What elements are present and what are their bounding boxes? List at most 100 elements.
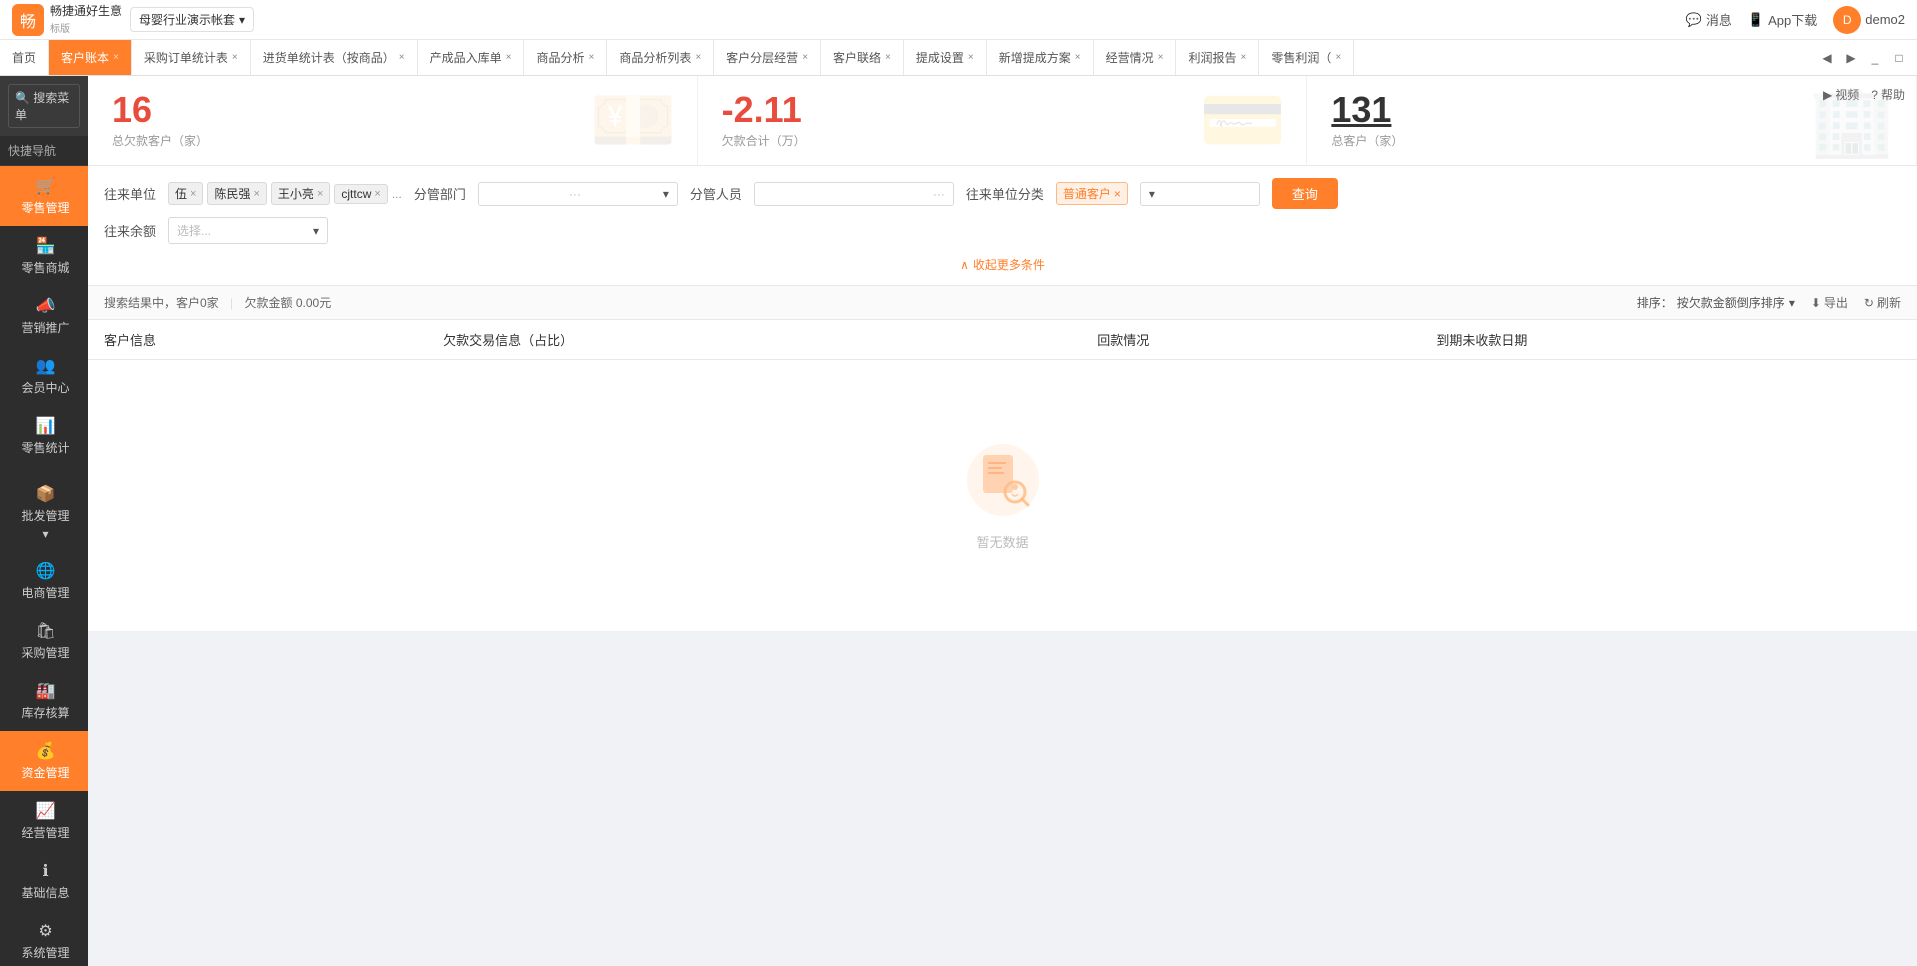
sidebar-item-marketing[interactable]: 📣 营销推广 (0, 286, 88, 346)
inventory-icon: 🏭 (36, 681, 56, 701)
tab-product-analysis-list[interactable]: 商品分析列表 × (607, 40, 714, 75)
tab-profit-report[interactable]: 利润报告 × (1176, 40, 1259, 75)
sidebar-item-member[interactable]: 👥 会员中心 (0, 346, 88, 406)
sidebar-item-inventory[interactable]: 🏭 库存核算 (0, 671, 88, 731)
top-bar-left: 畅 畅捷通好生意 标版 母婴行业演示帐套 ▾ (12, 4, 254, 36)
filter-more-units[interactable]: ... (392, 187, 402, 201)
filter-tag-chen-label: 陈民强 (214, 185, 250, 202)
tab-raise-settings[interactable]: 提成设置 × (904, 40, 987, 75)
help-btn[interactable]: ? 帮助 (1871, 86, 1905, 103)
tab-operations[interactable]: 经营情况 × (1094, 40, 1177, 75)
sidebar-item-retail-mgmt[interactable]: 🛒 零售管理 (0, 166, 88, 226)
retail-stats-icon: 📊 (36, 416, 56, 436)
account-selector[interactable]: 母婴行业演示帐套 ▾ (130, 7, 254, 32)
main-layout: 🔍 搜索菜单 快捷导航 🛒 零售管理 🏪 零售商城 📣 营销推广 👥 会员中心 … (0, 76, 1917, 966)
app-download-btn[interactable]: 📱 App下载 (1748, 10, 1817, 29)
empty-text: 暂无数据 (976, 532, 1028, 551)
col-repayment: 回款情况 (1081, 320, 1420, 360)
tab-raise-settings-close[interactable]: × (968, 52, 974, 63)
category-tags: 普通客户 × (1056, 182, 1128, 205)
balance-filter-label: 往来余额 (104, 221, 156, 240)
tab-product-in[interactable]: 产成品入库单 × (418, 40, 525, 75)
category-select[interactable]: ▾ (1140, 182, 1260, 206)
filter-tag-cjttcw-remove[interactable]: × (374, 188, 380, 200)
sidebar-item-wholesale[interactable]: 📦 批发管理 ▾ (0, 474, 88, 551)
sidebar-item-purchase[interactable]: 🛍 采购管理 (0, 611, 88, 671)
filter-tag-wu-remove[interactable]: × (190, 188, 196, 200)
filter-tag-wang-remove[interactable]: × (317, 188, 323, 200)
tab-product-in-close[interactable]: × (506, 52, 512, 63)
tab-customer-segment[interactable]: 客户分层经营 × (714, 40, 821, 75)
tab-new-raise-plan[interactable]: 新增提成方案 × (987, 40, 1094, 75)
video-btn[interactable]: ▶ 视频 (1823, 86, 1859, 103)
balance-select[interactable]: 选择... ▾ (168, 217, 328, 244)
tab-retail-profit-close[interactable]: × (1335, 52, 1341, 63)
tab-home[interactable]: 首页 (0, 40, 49, 75)
tab-maximize[interactable]: □ (1889, 48, 1909, 68)
tab-customer-segment-close[interactable]: × (802, 52, 808, 63)
sidebar-item-member-label: 会员中心 (21, 379, 69, 396)
sidebar-item-retail-mall[interactable]: 🏪 零售商城 (0, 226, 88, 286)
tab-new-raise-plan-close[interactable]: × (1075, 52, 1081, 63)
stat-total-debt-label: 欠款合计（万） (722, 132, 806, 149)
dept-select[interactable]: ··· ▾ (478, 182, 678, 206)
tab-product-in-label: 产成品入库单 (430, 49, 502, 66)
tab-operations-close[interactable]: × (1158, 52, 1164, 63)
tab-customer-book[interactable]: 客户账本 × (49, 40, 132, 75)
user-profile[interactable]: D demo2 (1833, 6, 1905, 34)
balance-select-placeholder: 选择... (177, 222, 211, 239)
message-btn[interactable]: 💬 消息 (1686, 10, 1732, 29)
tab-customer-book-close[interactable]: × (113, 52, 119, 63)
filter-tag-wu-label: 伍 (175, 185, 187, 202)
filter-tag-cjttcw[interactable]: cjttcw × (334, 184, 387, 204)
tab-retail-profit[interactable]: 零售利润（ × (1259, 40, 1354, 75)
collapse-btn[interactable]: ∧ 收起更多条件 (104, 252, 1901, 277)
sidebar-item-operations-mgmt[interactable]: 📈 经营管理 (0, 791, 88, 851)
sidebar-search-area: 🔍 搜索菜单 (0, 76, 88, 136)
search-menu-btn[interactable]: 🔍 搜索菜单 (8, 84, 80, 128)
sidebar-item-system[interactable]: ⚙ 系统管理 (0, 911, 88, 966)
member-icon: 👥 (36, 356, 56, 376)
export-btn[interactable]: ⬇ 导出 (1811, 294, 1848, 311)
sidebar-item-basic-info[interactable]: ℹ 基础信息 (0, 851, 88, 911)
tab-purchase-stats[interactable]: 进货单统计表（按商品） × (251, 40, 418, 75)
person-filter-label: 分管人员 (690, 184, 742, 203)
tab-product-analysis-close[interactable]: × (588, 52, 594, 63)
filter-tag-chen-remove[interactable]: × (253, 188, 259, 200)
results-bar-right: 排序： 按欠款金额倒序排序 ▾ ⬇ 导出 ↻ 刷新 (1637, 294, 1901, 311)
search-icon: 🔍 (15, 91, 30, 105)
tab-minimize[interactable]: _ (1865, 48, 1885, 68)
tab-product-analysis-list-close[interactable]: × (695, 52, 701, 63)
filter-tag-chen[interactable]: 陈民强 × (207, 182, 266, 205)
tab-customer-contact[interactable]: 客户联络 × (821, 40, 904, 75)
filter-tag-wang[interactable]: 王小亮 × (271, 182, 330, 205)
sidebar-item-retail-mgmt-label: 零售管理 (21, 199, 69, 216)
tab-product-analysis[interactable]: 商品分析 × (524, 40, 607, 75)
tab-nav-prev[interactable]: ◀ (1817, 48, 1837, 68)
sidebar-item-ecommerce[interactable]: 🌐 电商管理 (0, 551, 88, 611)
tab-purchase-stats-close[interactable]: × (399, 52, 405, 63)
export-icon: ⬇ (1811, 296, 1821, 310)
refresh-label: 刷新 (1877, 294, 1901, 311)
tab-purchase-order[interactable]: 采购订单统计表 × (132, 40, 251, 75)
message-icon: 💬 (1686, 12, 1702, 28)
logo-text-block: 畅捷通好生意 标版 (50, 4, 122, 35)
tab-profit-report-close[interactable]: × (1240, 52, 1246, 63)
message-label: 消息 (1706, 10, 1732, 29)
sidebar-quick-nav[interactable]: 快捷导航 (0, 136, 88, 166)
retail-mall-icon: 🏪 (36, 236, 56, 256)
category-tag-normal[interactable]: 普通客户 × (1056, 182, 1128, 205)
sidebar-item-finance[interactable]: 💰 资金管理 (0, 731, 88, 791)
sidebar-item-retail-stats[interactable]: 📊 零售统计 (0, 406, 88, 466)
tab-purchase-order-close[interactable]: × (232, 52, 238, 63)
tab-customer-contact-close[interactable]: × (885, 52, 891, 63)
tab-nav-next[interactable]: ▶ (1841, 48, 1861, 68)
sort-select[interactable]: 排序： 按欠款金额倒序排序 ▾ (1637, 294, 1795, 311)
query-button[interactable]: 查询 (1272, 178, 1338, 209)
person-select[interactable]: ··· (754, 182, 954, 206)
filter-area: 往来单位 伍 × 陈民强 × 王小亮 × cjttcw (88, 166, 1917, 286)
refresh-btn[interactable]: ↻ 刷新 (1864, 294, 1901, 311)
category-tag-remove[interactable]: × (1114, 187, 1121, 201)
filter-tag-wu[interactable]: 伍 × (168, 182, 203, 205)
tab-retail-profit-label: 零售利润（ (1271, 49, 1331, 66)
